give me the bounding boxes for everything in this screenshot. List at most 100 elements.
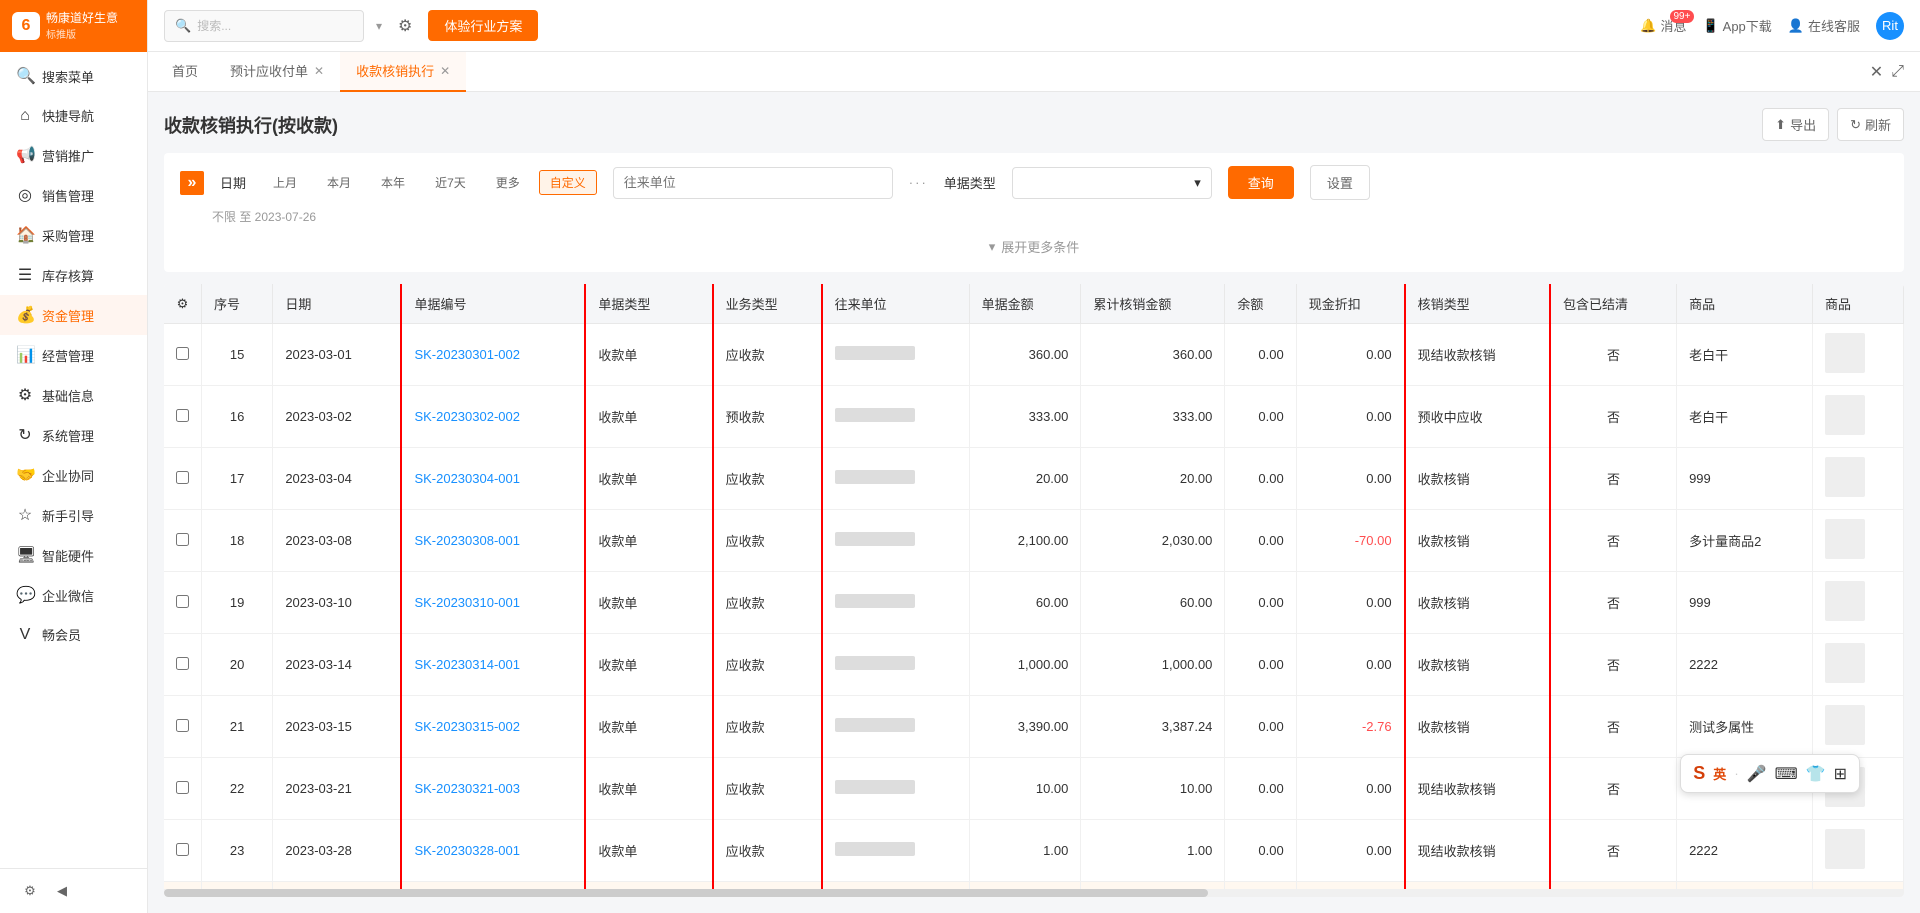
cell-balance: 0.00 [1225,882,1296,890]
sidebar-item-basic[interactable]: ⚙ 基础信息 [0,375,147,415]
sidebar-item-wechat[interactable]: 💬 企业微信 [0,575,147,615]
sidebar-item-guide[interactable]: ☆ 新手引导 [0,495,147,535]
cell-checkbox[interactable] [164,572,202,634]
bill-no-link[interactable]: SK-20230302-002 [414,409,520,424]
sidebar-item-marketing[interactable]: 📢 营销推广 [0,135,147,175]
row-checkbox[interactable] [176,533,189,546]
sidebar-item-member[interactable]: V 畅会员 [0,615,147,654]
more-filters-dots[interactable]: ··· [909,175,928,190]
cell-checkbox[interactable] [164,634,202,696]
row-checkbox[interactable] [176,781,189,794]
col-balance-header: 余额 [1225,284,1296,324]
cell-balance: 0.00 [1225,386,1296,448]
basic-icon: ⚙ [16,385,34,405]
bill-no-link[interactable]: SK-20230304-001 [414,471,520,486]
ime-mic-icon[interactable]: 🎤 [1747,764,1767,784]
cell-date: 2023-03-21 [273,758,402,820]
table-wrapper[interactable]: ⚙ 序号 日期 单据编号 单据类型 业务类型 往来单位 单据金额 累计核销金额 … [164,284,1904,889]
ime-separator: · [1734,766,1738,781]
tab-receipt-verify[interactable]: 收款核销执行 ✕ [340,52,466,92]
bill-type-select[interactable]: ▾ [1012,167,1212,199]
row-checkbox[interactable] [176,657,189,670]
search-icon: 🔍 [16,66,34,86]
export-button[interactable]: ⬆ 导出 [1762,108,1829,141]
notification-button[interactable]: 🔔 消息 99+ [1640,16,1686,35]
filter-settings-button[interactable]: 设置 [1310,165,1370,200]
scrollbar-thumb[interactable] [164,889,1208,897]
ime-keyboard-icon[interactable]: ⌨ [1775,764,1798,784]
bill-no-link[interactable]: SK-20230314-001 [414,657,520,672]
ime-grid-icon[interactable]: ⊞ [1834,764,1847,784]
cell-checkbox[interactable] [164,758,202,820]
bill-no-link[interactable]: SK-20230315-002 [414,719,520,734]
row-checkbox[interactable] [176,595,189,608]
row-checkbox[interactable] [176,843,189,856]
dropdown-arrow-icon[interactable]: ▾ [376,19,382,33]
last-7-days-button[interactable]: 近7天 [424,170,477,195]
sidebar-item-operations[interactable]: 📊 经营管理 [0,335,147,375]
cell-discount: 0.00 [1296,324,1404,386]
row-checkbox[interactable] [176,347,189,360]
this-year-button[interactable]: 本年 [370,170,416,195]
col-settings-header[interactable]: ⚙ [164,284,202,324]
app-download-button[interactable]: 📱 App下载 [1702,16,1771,35]
sidebar-item-system[interactable]: ↻ 系统管理 [0,415,147,455]
sidebar-item-quick-nav[interactable]: ⌂ 快捷导航 [0,96,147,135]
experience-industry-button[interactable]: 体验行业方案 [428,10,538,41]
more-date-button[interactable]: 更多 [485,170,531,195]
cell-num: 17 [202,448,273,510]
cell-checkbox[interactable] [164,696,202,758]
collapse-icon[interactable]: ◀ [48,877,76,905]
tab-pre-receipt-close[interactable]: ✕ [314,64,324,78]
cell-accum: 1.00 [1081,820,1225,882]
cell-checkbox[interactable] [164,510,202,572]
search-box[interactable]: 🔍 搜索... [164,10,364,42]
query-button[interactable]: 查询 [1228,166,1294,199]
cell-checkbox[interactable] [164,448,202,510]
cell-checkbox[interactable] [164,324,202,386]
sidebar-item-hardware[interactable]: 🖥 智能硬件 [0,535,147,575]
bill-no-link[interactable]: SK-20230310-001 [414,595,520,610]
settings-icon[interactable]: ⚙ [394,12,416,40]
custom-date-button[interactable]: 自定义 [539,170,597,195]
cell-checkbox[interactable] [164,820,202,882]
settings-icon[interactable]: ⚙ [16,877,44,905]
sidebar-item-search[interactable]: 🔍 搜索菜单 [0,56,147,96]
this-month-button[interactable]: 本月 [316,170,362,195]
sidebar-item-label-basic: 基础信息 [42,386,94,405]
filter-toggle-button[interactable]: » [180,171,204,195]
cell-partner [822,572,970,634]
bill-no-link[interactable]: SK-20230328-001 [414,843,520,858]
sidebar-item-finance[interactable]: 💰 资金管理 [0,295,147,335]
user-avatar[interactable]: Rit [1876,12,1904,40]
sidebar-item-inventory[interactable]: ☰ 库存核算 [0,255,147,295]
ime-shirt-icon[interactable]: 👕 [1806,764,1826,784]
horizontal-scrollbar[interactable] [164,889,1904,897]
cell-amount: 3,390.00 [969,696,1081,758]
tab-pre-receipt[interactable]: 预计应收付单 ✕ [214,52,340,92]
row-checkbox[interactable] [176,719,189,732]
bill-no-link[interactable]: SK-20230321-003 [414,781,520,796]
sidebar-item-corp[interactable]: 🤝 企业协同 [0,455,147,495]
cell-checkbox[interactable] [164,386,202,448]
expand-window-icon[interactable]: ⤢ [1891,63,1904,81]
cell-accum: 3,387.24 [1081,696,1225,758]
tab-receipt-verify-close[interactable]: ✕ [440,64,450,78]
tab-home[interactable]: 首页 [156,52,214,92]
sidebar-item-purchase[interactable]: 🏠 采购管理 [0,215,147,255]
partner-input[interactable] [613,167,893,199]
close-window-icon[interactable]: ✕ [1870,62,1883,82]
bill-no-link[interactable]: SK-20230301-002 [414,347,520,362]
sidebar-item-sales[interactable]: ◎ 销售管理 [0,175,147,215]
customer-service-button[interactable]: 👤 在线客服 [1788,16,1860,35]
guide-icon: ☆ [16,505,34,525]
cell-bill-no: SK-20230304-001 [401,448,585,510]
bill-no-link[interactable]: SK-20230308-001 [414,533,520,548]
cell-goods: 老白干 [1677,386,1813,448]
expand-conditions-button[interactable]: ▾ 展开更多条件 [180,233,1888,260]
cell-checkbox[interactable] [164,882,202,890]
refresh-button[interactable]: ↻ 刷新 [1837,108,1904,141]
last-month-button[interactable]: 上月 [262,170,308,195]
row-checkbox[interactable] [176,471,189,484]
row-checkbox[interactable] [176,409,189,422]
